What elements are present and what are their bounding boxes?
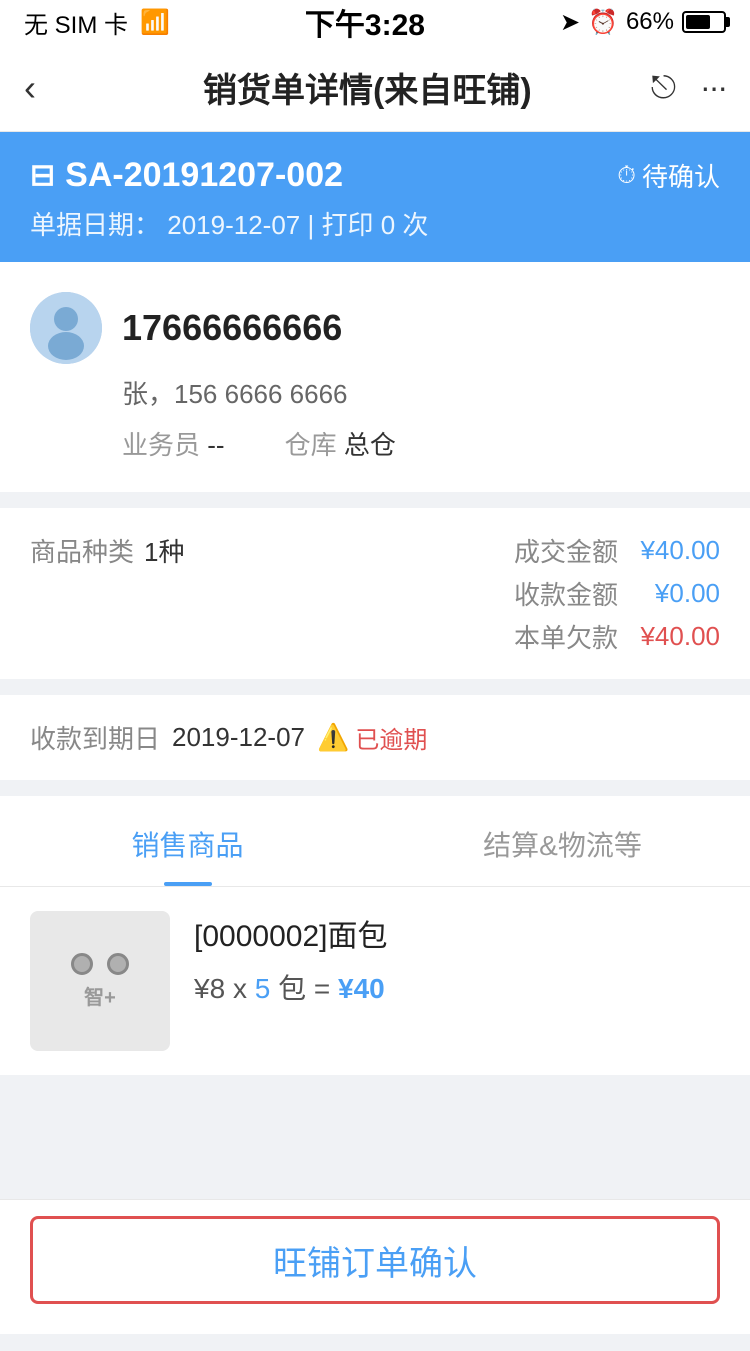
- order-date: 2019-12-07: [167, 210, 300, 240]
- owed-label: 本单欠款: [514, 618, 618, 655]
- owl-eye-left: [71, 953, 93, 975]
- status-right: ➤ ⏰ 66%: [560, 8, 726, 37]
- customer-section: 17666666666 张，156 6666 6666 业务员 -- 仓库 总仓: [0, 262, 750, 492]
- product-type-label: 商品种类: [30, 532, 134, 569]
- order-id: ⊟ SA-20191207-002: [30, 156, 343, 195]
- clock-icon: ⏱: [617, 162, 636, 190]
- owed-row: 本单欠款 ¥40.00: [514, 618, 720, 655]
- warning-icon: ⚠️: [317, 722, 349, 753]
- print-unit: 次: [402, 210, 428, 240]
- more-button[interactable]: ···: [700, 69, 726, 106]
- multiply-symbol: x: [233, 973, 255, 1004]
- alarm-icon: ⏰: [588, 8, 618, 37]
- print-count: 0: [381, 210, 395, 240]
- confirm-order-button[interactable]: 旺铺订单确认: [30, 1216, 720, 1304]
- wifi-icon: 📶: [140, 8, 170, 37]
- due-date-section: 收款到期日 2019-12-07 ⚠️ 已逾期: [0, 695, 750, 780]
- bottom-bar: 旺铺订单确认: [0, 1199, 750, 1334]
- order-id-value: SA-20191207-002: [65, 156, 343, 195]
- warehouse-value: 总仓: [344, 430, 396, 460]
- customer-phone: 17666666666: [122, 307, 342, 349]
- share-button[interactable]: ⎋: [651, 69, 676, 107]
- order-status-badge: ⏱ 待确认: [617, 157, 720, 194]
- page-title: 销货单详情(来自旺铺): [84, 63, 651, 112]
- salesperson-label: 业务员: [122, 430, 200, 460]
- location-icon: ➤: [560, 8, 580, 37]
- overdue-badge: ⚠️ 已逾期: [317, 720, 427, 755]
- due-date-label: 收款到期日: [30, 719, 160, 756]
- received-label: 收款金额: [514, 575, 618, 612]
- owed-value: ¥40.00: [630, 621, 720, 652]
- received-row: 收款金额 ¥0.00: [514, 575, 720, 612]
- back-button[interactable]: ‹: [24, 67, 84, 109]
- owl-eyes: [71, 953, 129, 975]
- product-type-row: 商品种类 1种: [30, 532, 514, 569]
- product-section: 智+ [0000002]面包 ¥8 x 5 包 = ¥40: [0, 887, 750, 1075]
- warehouse-field: 仓库 总仓: [285, 425, 396, 462]
- avatar: [30, 292, 102, 364]
- battery-indicator: [682, 11, 726, 33]
- owl-eye-right: [107, 953, 129, 975]
- status-bar: 无 SIM 卡 📶 下午3:28 ➤ ⏰ 66%: [0, 0, 750, 44]
- product-image: 智+: [30, 911, 170, 1051]
- time-label: 下午3:28: [305, 0, 425, 44]
- status-left: 无 SIM 卡 📶: [24, 5, 170, 40]
- product-info: [0000002]面包 ¥8 x 5 包 = ¥40: [194, 911, 720, 1007]
- equals-symbol: =: [314, 973, 338, 1004]
- unit-label: 包: [278, 973, 306, 1004]
- amount-label: 成交金额: [514, 532, 618, 569]
- product-type-value: 1种: [144, 532, 184, 569]
- summary-left: 商品种类 1种: [30, 532, 514, 569]
- tab-settlement[interactable]: 结算&物流等: [375, 796, 750, 886]
- overdue-label: 已逾期: [355, 720, 427, 755]
- received-value: ¥0.00: [630, 578, 720, 609]
- battery-label: 66%: [626, 8, 674, 36]
- salesperson-name: --: [207, 430, 224, 460]
- nav-actions: ⎋ ···: [651, 69, 726, 107]
- amount-value: ¥40.00: [630, 535, 720, 566]
- product-qty: 5: [255, 973, 271, 1004]
- print-label: | 打印: [307, 210, 380, 240]
- product-name: [0000002]面包: [194, 911, 720, 955]
- salesperson-field: 业务员 --: [122, 425, 225, 462]
- customer-meta: 业务员 -- 仓库 总仓: [122, 425, 720, 462]
- tab-sales-product[interactable]: 销售商品: [0, 796, 375, 886]
- customer-detail: 张，156 6666 6666: [122, 374, 720, 411]
- order-header-card: ⊟ SA-20191207-002 ⏱ 待确认 单据日期： 2019-12-07…: [0, 132, 750, 262]
- warehouse-label: 仓库: [285, 430, 337, 460]
- summary-right: 成交金额 ¥40.00 收款金额 ¥0.00 本单欠款 ¥40.00: [514, 532, 720, 655]
- order-status-label: 待确认: [642, 157, 720, 194]
- unit-price: ¥8: [194, 973, 225, 1004]
- product-price: ¥8 x 5 包 = ¥40: [194, 967, 720, 1007]
- date-label: 单据日期：: [30, 210, 160, 240]
- owl-text: 智+: [84, 981, 116, 1010]
- order-icon: ⊟: [30, 158, 55, 193]
- tabs-bar: 销售商品 结算&物流等: [0, 796, 750, 887]
- due-date-value: 2019-12-07: [172, 722, 305, 753]
- nav-bar: ‹ 销货单详情(来自旺铺) ⎋ ···: [0, 44, 750, 132]
- amount-row: 成交金额 ¥40.00: [514, 532, 720, 569]
- product-thumbnail: 智+: [50, 941, 150, 1021]
- product-total: ¥40: [338, 973, 385, 1004]
- order-date-row: 单据日期： 2019-12-07 | 打印 0 次: [30, 205, 720, 242]
- summary-section: 商品种类 1种 成交金额 ¥40.00 收款金额 ¥0.00 本单欠款 ¥40.…: [0, 508, 750, 679]
- carrier-label: 无 SIM 卡: [24, 5, 128, 40]
